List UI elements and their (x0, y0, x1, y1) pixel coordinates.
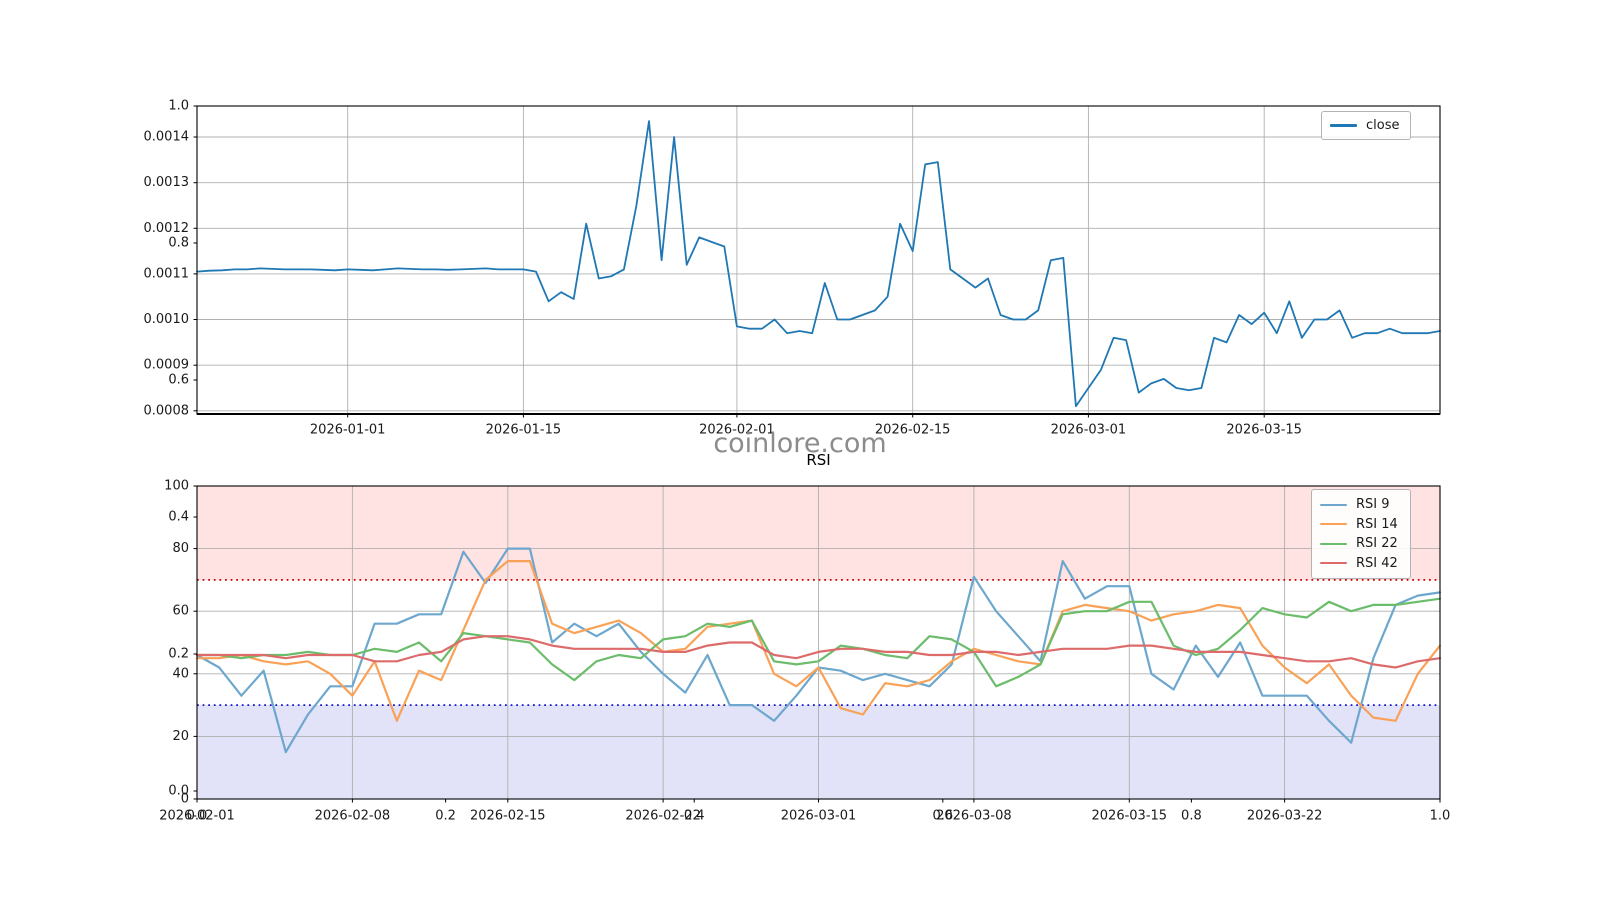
secondary-y-tick-label: 0.4 (168, 510, 189, 525)
rsi-y-tick-label: 20 (172, 729, 189, 744)
price-x-tick-label: 2026-02-01 (699, 423, 775, 438)
rsi22-line-sample (1320, 542, 1347, 545)
rsi9-line-sample (1320, 503, 1347, 506)
secondary-x-tick-label: 0.4 (684, 809, 705, 824)
figure: 0.0008 0.0009 0.0010 0.0011 0.0012 0.0013 0.00… (0, 0, 1600, 900)
secondary-x-tick-label: 0.8 (1181, 809, 1202, 824)
secondary-x-tick-label: 0.2 (435, 809, 456, 824)
legend-item-close: close (1330, 119, 1406, 132)
rsi-x-tick-label: 2026-03-22 (1247, 809, 1323, 824)
secondary-y-tick-label: 0.2 (168, 647, 189, 662)
price-x-tick-label: 2026-01-15 (486, 423, 562, 438)
close-line (196, 120, 1441, 408)
legend-item-rsi9: RSI 9 (1320, 498, 1406, 511)
rsi14-line-sample (1320, 523, 1347, 526)
price-axes-box (196, 105, 1441, 415)
rsi-x-tick-label: 2026-02-08 (315, 809, 391, 824)
close-line-sample (1330, 124, 1357, 127)
rsi-y-tick-label: 80 (172, 541, 189, 556)
legend-item-rsi22: RSI 22 (1320, 537, 1406, 550)
price-y-tick-label: 0.0008 (144, 403, 190, 418)
rsi-legend: RSI 9 RSI 14 RSI 22 RSI 42 (1311, 489, 1411, 579)
rsi-chart-title: RSI (806, 451, 831, 469)
legend-label-rsi42: RSI 42 (1356, 555, 1398, 571)
rsi-y-tick-label: 40 (172, 666, 189, 681)
secondary-y-tick-label: 0.6 (168, 373, 189, 388)
price-y-tick-label: 0.0013 (144, 175, 190, 190)
rsi-x-tick-label: 2026-02-15 (470, 809, 546, 824)
price-x-tick-label: 2026-03-01 (1051, 423, 1127, 438)
price-legend: close (1321, 111, 1411, 140)
rsi-x-tick-label: 2026-03-01 (781, 809, 857, 824)
price-x-tick-label: 2026-02-15 (875, 423, 951, 438)
legend-item-rsi14: RSI 14 (1320, 518, 1406, 531)
secondary-y-tick-label: 0.8 (168, 236, 189, 251)
legend-label-rsi22: RSI 22 (1356, 536, 1398, 552)
secondary-x-tick-label: 0.6 (932, 809, 953, 824)
secondary-x-tick-label: 0.0 (187, 809, 208, 824)
secondary-y-tick-label: 1.0 (168, 99, 189, 114)
rsi-y-tick-label: 100 (164, 479, 189, 494)
legend-label-rsi14: RSI 14 (1356, 516, 1398, 532)
price-y-tick-label: 0.0009 (144, 358, 190, 373)
legend-label-rsi9: RSI 9 (1356, 497, 1390, 513)
price-y-tick-label: 0.0014 (144, 130, 190, 145)
price-x-tick-label: 2026-03-15 (1226, 423, 1302, 438)
secondary-y-tick-label: 0.0 (168, 784, 189, 799)
price-x-tick-label: 2026-01-01 (310, 423, 386, 438)
price-y-tick-label: 0.0011 (144, 266, 190, 281)
secondary-x-tick-label: 1.0 (1430, 809, 1451, 824)
rsi42-line-sample (1320, 562, 1347, 565)
price-y-tick-label: 0.0012 (144, 221, 190, 236)
legend-item-rsi42: RSI 42 (1320, 557, 1406, 570)
price-y-tick-label: 0.0010 (144, 312, 190, 327)
legend-label-close: close (1366, 118, 1400, 133)
rsi-x-tick-label: 2026-03-15 (1092, 809, 1168, 824)
rsi-y-tick-label: 60 (172, 604, 189, 619)
